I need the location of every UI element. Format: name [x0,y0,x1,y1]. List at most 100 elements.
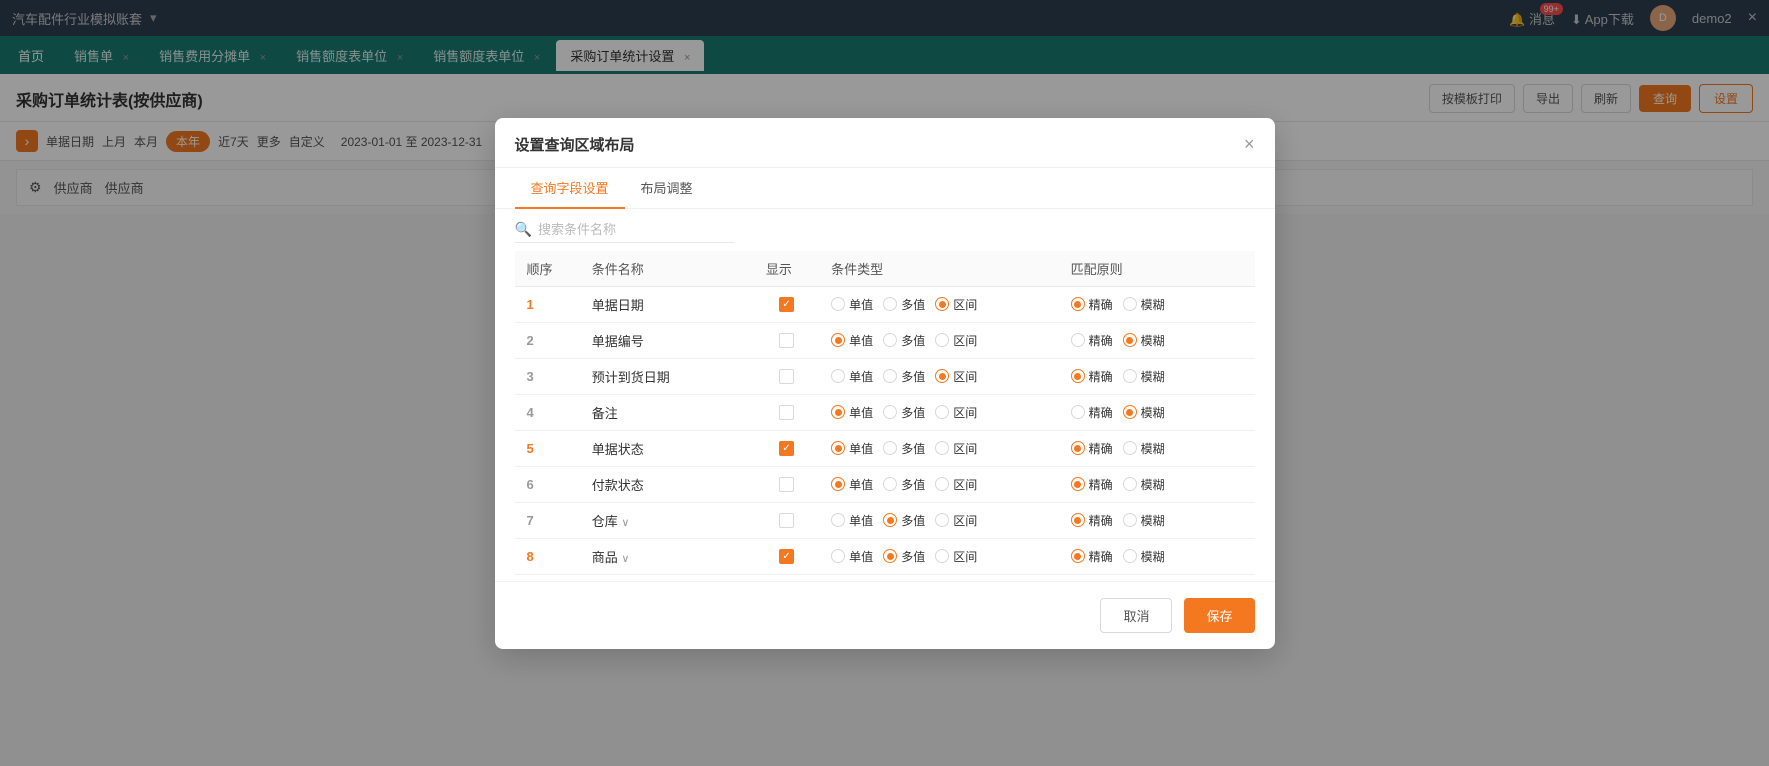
type-range-radio[interactable]: 区间 [935,548,977,565]
match-exact-dot[interactable] [1071,441,1085,455]
type-multi-dot[interactable] [883,441,897,455]
save-button[interactable]: 保存 [1184,598,1254,633]
type-multi-radio[interactable]: 多值 [883,332,925,349]
match-fuzzy-radio[interactable]: 模糊 [1123,476,1165,493]
display-checkbox[interactable] [779,405,794,420]
match-fuzzy-dot[interactable] [1123,333,1137,347]
match-fuzzy-dot[interactable] [1123,477,1137,491]
display-checkbox[interactable] [779,441,794,456]
cell-display[interactable] [754,430,819,466]
cell-display[interactable] [754,358,819,394]
display-checkbox[interactable] [779,513,794,528]
type-multi-dot[interactable] [883,369,897,383]
display-checkbox[interactable] [779,297,794,312]
match-fuzzy-dot[interactable] [1123,513,1137,527]
type-single-dot[interactable] [831,441,845,455]
match-fuzzy-radio[interactable]: 模糊 [1123,296,1165,313]
match-exact-radio[interactable]: 精确 [1071,296,1113,313]
match-fuzzy-radio[interactable]: 模糊 [1123,440,1165,457]
type-range-radio[interactable]: 区间 [935,332,977,349]
type-range-dot[interactable] [935,549,949,563]
match-exact-dot[interactable] [1071,513,1085,527]
type-range-radio[interactable]: 区间 [935,404,977,421]
match-exact-radio[interactable]: 精确 [1071,332,1113,349]
match-fuzzy-radio[interactable]: 模糊 [1123,332,1165,349]
type-single-radio[interactable]: 单值 [831,548,873,565]
match-fuzzy-radio[interactable]: 模糊 [1123,512,1165,529]
match-exact-radio[interactable]: 精确 [1071,512,1113,529]
type-multi-dot[interactable] [883,549,897,563]
type-multi-radio[interactable]: 多值 [883,476,925,493]
match-fuzzy-radio[interactable]: 模糊 [1123,368,1165,385]
type-range-dot[interactable] [935,369,949,383]
match-exact-dot[interactable] [1071,369,1085,383]
type-range-dot[interactable] [935,441,949,455]
type-range-radio[interactable]: 区间 [935,476,977,493]
type-multi-dot[interactable] [883,477,897,491]
type-multi-radio[interactable]: 多值 [883,548,925,565]
type-range-radio[interactable]: 区间 [935,512,977,529]
type-multi-dot[interactable] [883,513,897,527]
match-exact-dot[interactable] [1071,477,1085,491]
type-multi-radio[interactable]: 多值 [883,296,925,313]
cell-display[interactable] [754,322,819,358]
cell-display[interactable] [754,502,819,538]
type-single-dot[interactable] [831,477,845,491]
cell-display[interactable] [754,466,819,502]
type-range-radio[interactable]: 区间 [935,440,977,457]
match-fuzzy-dot[interactable] [1123,441,1137,455]
cell-display[interactable] [754,538,819,574]
match-fuzzy-dot[interactable] [1123,297,1137,311]
type-multi-radio[interactable]: 多值 [883,440,925,457]
match-exact-dot[interactable] [1071,297,1085,311]
match-exact-radio[interactable]: 精确 [1071,476,1113,493]
type-range-dot[interactable] [935,513,949,527]
match-exact-radio[interactable]: 精确 [1071,548,1113,565]
type-single-dot[interactable] [831,333,845,347]
match-fuzzy-radio[interactable]: 模糊 [1123,548,1165,565]
search-input[interactable] [538,222,718,237]
type-single-radio[interactable]: 单值 [831,296,873,313]
type-single-radio[interactable]: 单值 [831,332,873,349]
cancel-button[interactable]: 取消 [1100,598,1172,633]
type-range-dot[interactable] [935,405,949,419]
match-exact-dot[interactable] [1071,405,1085,419]
type-single-radio[interactable]: 单值 [831,476,873,493]
display-checkbox[interactable] [779,477,794,492]
type-single-radio[interactable]: 单值 [831,368,873,385]
match-exact-radio[interactable]: 精确 [1071,404,1113,421]
match-fuzzy-dot[interactable] [1123,405,1137,419]
type-range-dot[interactable] [935,297,949,311]
display-checkbox[interactable] [779,369,794,384]
type-range-radio[interactable]: 区间 [935,368,977,385]
type-single-radio[interactable]: 单值 [831,404,873,421]
display-checkbox[interactable] [779,549,794,564]
type-multi-radio[interactable]: 多值 [883,512,925,529]
match-exact-radio[interactable]: 精确 [1071,440,1113,457]
display-checkbox[interactable] [779,333,794,348]
type-range-radio[interactable]: 区间 [935,296,977,313]
match-fuzzy-radio[interactable]: 模糊 [1123,404,1165,421]
type-single-dot[interactable] [831,405,845,419]
match-exact-dot[interactable] [1071,549,1085,563]
type-multi-radio[interactable]: 多值 [883,368,925,385]
type-single-dot[interactable] [831,513,845,527]
type-multi-radio[interactable]: 多值 [883,404,925,421]
type-multi-dot[interactable] [883,297,897,311]
cell-display[interactable] [754,394,819,430]
match-fuzzy-dot[interactable] [1123,549,1137,563]
dialog-tab-layout[interactable]: 布局调整 [625,168,709,209]
match-fuzzy-dot[interactable] [1123,369,1137,383]
type-single-dot[interactable] [831,297,845,311]
type-range-dot[interactable] [935,333,949,347]
match-exact-radio[interactable]: 精确 [1071,368,1113,385]
type-single-radio[interactable]: 单值 [831,512,873,529]
type-single-dot[interactable] [831,369,845,383]
type-multi-dot[interactable] [883,405,897,419]
type-single-dot[interactable] [831,549,845,563]
type-range-dot[interactable] [935,477,949,491]
match-exact-dot[interactable] [1071,333,1085,347]
type-multi-dot[interactable] [883,333,897,347]
dialog-tab-query-fields[interactable]: 查询字段设置 [515,168,625,209]
type-single-radio[interactable]: 单值 [831,440,873,457]
